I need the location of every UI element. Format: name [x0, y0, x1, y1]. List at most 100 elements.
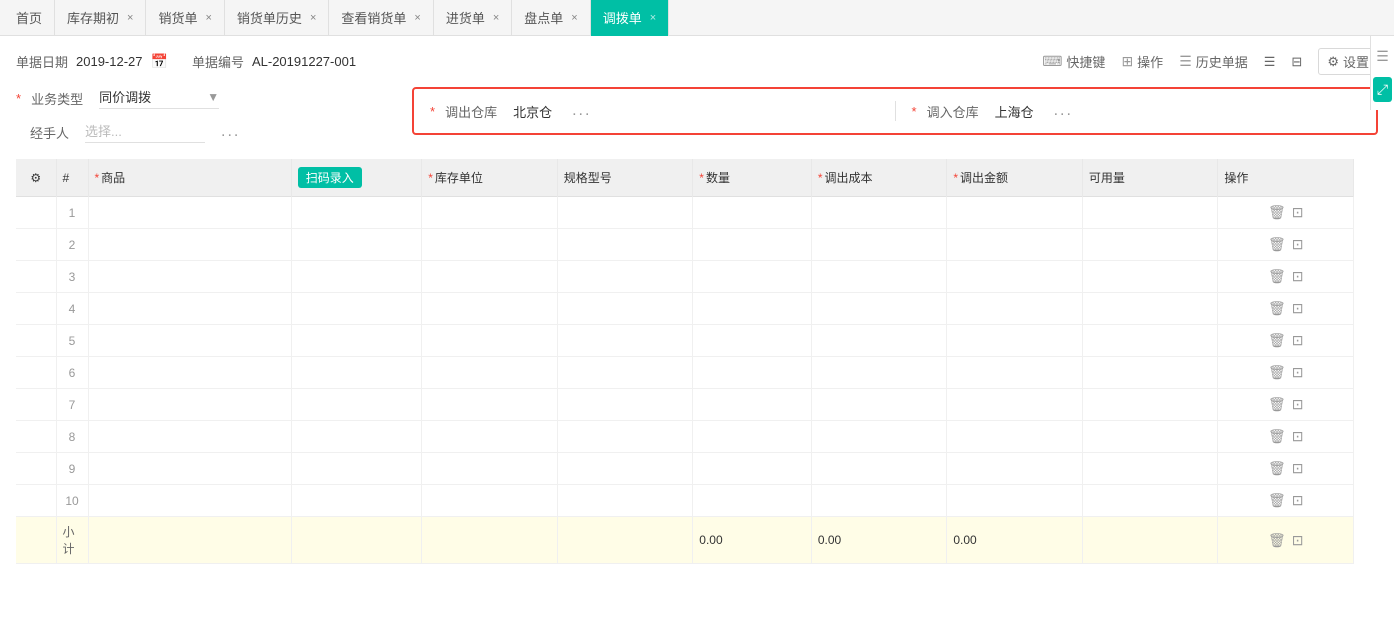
sidebar-list-icon[interactable]: ☰ [1372, 44, 1393, 69]
row-amount-cell[interactable] [947, 389, 1083, 421]
row-copy-icon[interactable]: ⊡ [1292, 492, 1304, 509]
history-action[interactable]: ☰ 历史单据 [1179, 52, 1248, 71]
row-delete-icon[interactable]: 🗑 [1268, 268, 1286, 285]
row-spec-cell[interactable] [557, 453, 693, 485]
row-unit-cell[interactable] [422, 389, 558, 421]
row-delete-icon[interactable]: 🗑 [1268, 396, 1286, 413]
row-cost-cell[interactable] [811, 453, 947, 485]
operate-action[interactable]: ⊞ 操作 [1121, 52, 1163, 71]
row-goods-cell[interactable] [88, 229, 291, 261]
row-qty-cell[interactable] [693, 453, 812, 485]
row-spec-cell[interactable] [557, 197, 693, 229]
row-copy-icon[interactable]: ⊡ [1292, 396, 1304, 413]
layout1-action[interactable]: ☰ [1264, 54, 1276, 70]
row-spec-cell[interactable] [557, 485, 693, 517]
tab-home[interactable]: 首页 [8, 0, 55, 36]
row-cost-cell[interactable] [811, 261, 947, 293]
row-qty-cell[interactable] [693, 293, 812, 325]
tab-close-sales-history[interactable]: × [310, 12, 316, 24]
row-amount-cell[interactable] [947, 293, 1083, 325]
tab-close-stocktake[interactable]: × [571, 12, 577, 24]
row-delete-icon[interactable]: 🗑 [1268, 300, 1286, 317]
row-spec-cell[interactable] [557, 229, 693, 261]
row-goods-cell[interactable] [88, 261, 291, 293]
row-copy-icon[interactable]: ⊡ [1292, 236, 1304, 253]
row-copy-icon[interactable]: ⊡ [1292, 332, 1304, 349]
warehouse-in-more-btn[interactable]: ... [1054, 102, 1073, 120]
row-delete-icon[interactable]: 🗑 [1268, 428, 1286, 445]
row-qty-cell[interactable] [693, 357, 812, 389]
row-amount-cell[interactable] [947, 261, 1083, 293]
row-spec-cell[interactable] [557, 389, 693, 421]
tab-sales-history[interactable]: 销货单历史× [225, 0, 329, 36]
tab-purchase-order[interactable]: 进货单× [434, 0, 512, 36]
row-amount-cell[interactable] [947, 357, 1083, 389]
row-unit-cell[interactable] [422, 197, 558, 229]
row-unit-cell[interactable] [422, 293, 558, 325]
row-copy-icon[interactable]: ⊡ [1292, 204, 1304, 221]
row-qty-cell[interactable] [693, 485, 812, 517]
tab-stocktake[interactable]: 盘点单× [512, 0, 590, 36]
row-qty-cell[interactable] [693, 197, 812, 229]
tab-view-sales[interactable]: 查看销货单× [329, 0, 433, 36]
row-goods-cell[interactable] [88, 421, 291, 453]
row-unit-cell[interactable] [422, 325, 558, 357]
row-copy-icon[interactable]: ⊡ [1292, 300, 1304, 317]
row-cost-cell[interactable] [811, 325, 947, 357]
row-unit-cell[interactable] [422, 453, 558, 485]
row-cost-cell[interactable] [811, 229, 947, 261]
row-cost-cell[interactable] [811, 293, 947, 325]
row-amount-cell[interactable] [947, 421, 1083, 453]
row-unit-cell[interactable] [422, 229, 558, 261]
row-goods-cell[interactable] [88, 389, 291, 421]
row-unit-cell[interactable] [422, 357, 558, 389]
row-unit-cell[interactable] [422, 485, 558, 517]
row-qty-cell[interactable] [693, 325, 812, 357]
row-goods-cell[interactable] [88, 325, 291, 357]
row-spec-cell[interactable] [557, 325, 693, 357]
row-cost-cell[interactable] [811, 389, 947, 421]
tab-sales-order[interactable]: 销货单× [146, 0, 224, 36]
warehouse-out-more-btn[interactable]: ... [572, 102, 591, 120]
row-unit-cell[interactable] [422, 421, 558, 453]
layout2-action[interactable]: ⊟ [1291, 54, 1302, 70]
row-copy-icon[interactable]: ⊡ [1292, 364, 1304, 381]
row-cost-cell[interactable] [811, 485, 947, 517]
row-unit-cell[interactable] [422, 261, 558, 293]
row-copy-icon[interactable]: ⊡ [1292, 428, 1304, 445]
row-qty-cell[interactable] [693, 229, 812, 261]
row-delete-icon[interactable]: 🗑 [1268, 332, 1286, 349]
scan-button[interactable]: 扫码录入 [298, 167, 362, 188]
row-delete-icon[interactable]: 🗑 [1268, 492, 1286, 509]
row-goods-cell[interactable] [88, 453, 291, 485]
tab-close-view-sales[interactable]: × [414, 12, 420, 24]
row-cost-cell[interactable] [811, 421, 947, 453]
row-delete-icon[interactable]: 🗑 [1268, 532, 1286, 549]
row-spec-cell[interactable] [557, 357, 693, 389]
row-copy-icon[interactable]: ⊡ [1292, 268, 1304, 285]
row-goods-cell[interactable] [88, 485, 291, 517]
tab-close-sales-order[interactable]: × [205, 12, 211, 24]
row-goods-cell[interactable] [88, 197, 291, 229]
row-goods-cell[interactable] [88, 357, 291, 389]
handler-input[interactable]: 选择... [85, 121, 205, 143]
row-delete-icon[interactable]: 🗑 [1268, 204, 1286, 221]
row-amount-cell[interactable] [947, 453, 1083, 485]
row-delete-icon[interactable]: 🗑 [1268, 460, 1286, 477]
row-cost-cell[interactable] [811, 197, 947, 229]
row-amount-cell[interactable] [947, 325, 1083, 357]
row-cost-cell[interactable] [811, 357, 947, 389]
tab-close-inventory-init[interactable]: × [127, 12, 133, 24]
row-goods-cell[interactable] [88, 293, 291, 325]
shortcut-action[interactable]: ⌨ 快捷键 [1042, 52, 1105, 71]
row-amount-cell[interactable] [947, 229, 1083, 261]
row-delete-icon[interactable]: 🗑 [1268, 364, 1286, 381]
row-spec-cell[interactable] [557, 293, 693, 325]
handler-more-btn[interactable]: ... [221, 123, 240, 141]
gear-column-header[interactable]: ⚙ [16, 159, 56, 197]
row-delete-icon[interactable]: 🗑 [1268, 236, 1286, 253]
row-spec-cell[interactable] [557, 421, 693, 453]
biz-type-select[interactable]: 同价调拨 ▼ [99, 87, 219, 109]
tab-close-transfer-order[interactable]: × [650, 12, 656, 24]
row-amount-cell[interactable] [947, 197, 1083, 229]
